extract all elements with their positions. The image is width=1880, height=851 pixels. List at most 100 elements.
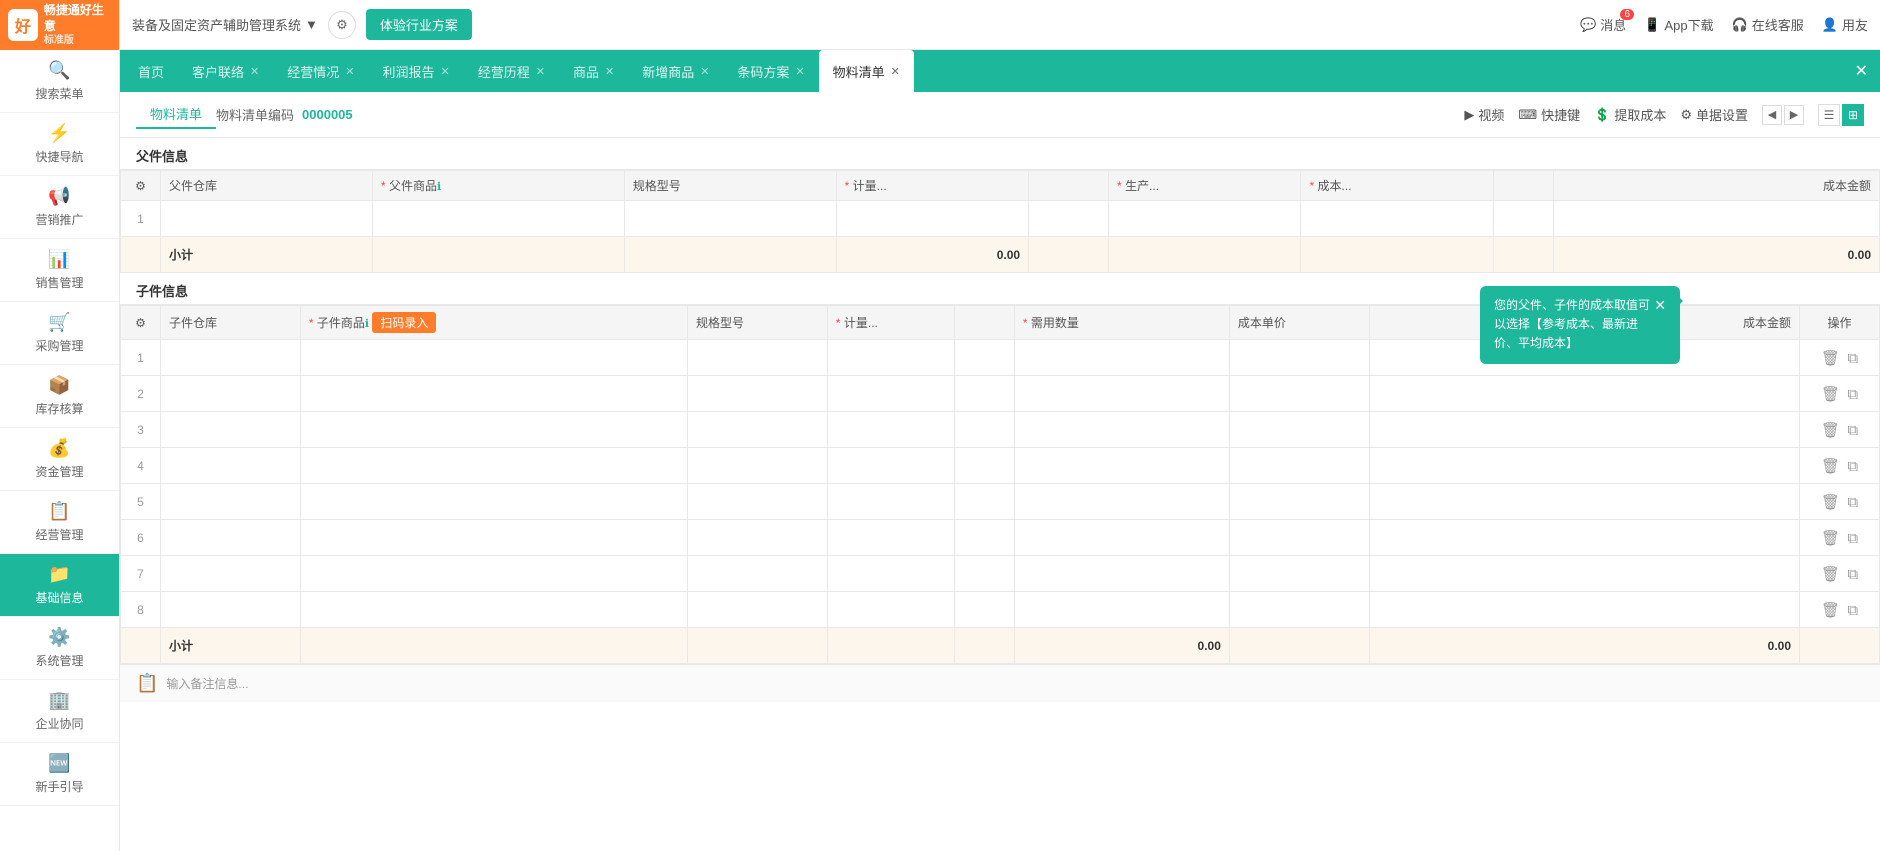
tab-operation-history-close[interactable]: ✕ <box>536 65 545 78</box>
child-row-warehouse[interactable] <box>161 412 301 448</box>
copy-icon[interactable]: ⧉ <box>1847 422 1858 439</box>
child-row-warehouse[interactable] <box>161 484 301 520</box>
online-service-button[interactable]: 🎧 在线客服 <box>1732 15 1804 34</box>
grid-view-button[interactable]: ⊞ <box>1842 104 1864 126</box>
parent-row-production[interactable] <box>1109 201 1301 237</box>
child-row-spec[interactable] <box>688 448 828 484</box>
tab-customer-close[interactable]: ✕ <box>250 65 259 78</box>
child-row-product[interactable] <box>300 556 687 592</box>
user-menu[interactable]: 👤 用友 <box>1822 15 1868 34</box>
child-row-cost-price[interactable] <box>1229 520 1369 556</box>
video-button[interactable]: ▶ 视频 <box>1464 105 1504 124</box>
child-row-spec[interactable] <box>688 340 828 376</box>
delete-icon[interactable]: 🗑 <box>1821 494 1840 511</box>
child-row-unit[interactable] <box>827 340 954 376</box>
close-all-tabs[interactable]: ✕ <box>1847 61 1876 81</box>
child-row-warehouse[interactable] <box>161 556 301 592</box>
sidebar-item-inventory[interactable]: 📦 库存核算 <box>0 365 119 428</box>
parent-row-spec[interactable] <box>624 201 836 237</box>
system-selector[interactable]: 装备及固定资产辅助管理系统 ▼ <box>132 15 318 34</box>
parent-row-unit[interactable] <box>836 201 1028 237</box>
child-row-unit[interactable] <box>827 448 954 484</box>
scan-button[interactable]: 扫码录入 <box>372 312 436 333</box>
child-row-cost-price[interactable] <box>1229 412 1369 448</box>
get-cost-button[interactable]: 💲 提取成本 <box>1594 105 1666 124</box>
child-row-product[interactable] <box>300 520 687 556</box>
child-row-cost-price[interactable] <box>1229 340 1369 376</box>
single-settings-button[interactable]: ⚙ 单据设置 <box>1680 105 1748 124</box>
child-row-unit[interactable] <box>827 520 954 556</box>
parent-row-cost[interactable] <box>1301 201 1493 237</box>
child-row-cost-price[interactable] <box>1229 484 1369 520</box>
tab-bom-close[interactable]: ✕ <box>891 65 900 78</box>
tab-operation-history[interactable]: 经营历程 ✕ <box>464 50 559 92</box>
tab-new-products[interactable]: 新增商品 ✕ <box>628 50 723 92</box>
child-row-unit[interactable] <box>827 412 954 448</box>
app-download-button[interactable]: 📱 App下载 <box>1644 15 1713 34</box>
next-button[interactable]: ▶ <box>1784 105 1804 125</box>
child-row-product[interactable] <box>300 376 687 412</box>
sidebar-item-finance[interactable]: 💰 资金管理 <box>0 428 119 491</box>
copy-icon[interactable]: ⧉ <box>1847 386 1858 403</box>
child-row-spec[interactable] <box>688 556 828 592</box>
tab-products-close[interactable]: ✕ <box>605 65 614 78</box>
tab-barcode[interactable]: 条码方案 ✕ <box>723 50 818 92</box>
parent-row-product[interactable] <box>372 201 624 237</box>
tab-operation-status-close[interactable]: ✕ <box>345 65 354 78</box>
sidebar-item-search[interactable]: 🔍 搜索菜单 <box>0 50 119 113</box>
tab-products[interactable]: 商品 ✕ <box>559 50 628 92</box>
child-row-warehouse[interactable] <box>161 520 301 556</box>
child-row-need-qty[interactable] <box>1014 376 1229 412</box>
child-row-unit[interactable] <box>827 376 954 412</box>
delete-icon[interactable]: 🗑 <box>1821 350 1840 367</box>
child-row-warehouse[interactable] <box>161 448 301 484</box>
child-row-warehouse[interactable] <box>161 376 301 412</box>
prev-button[interactable]: ◀ <box>1762 105 1782 125</box>
tab-home[interactable]: 首页 <box>124 50 178 92</box>
child-row-spec[interactable] <box>688 412 828 448</box>
child-row-cost-price[interactable] <box>1229 556 1369 592</box>
child-row-spec[interactable] <box>688 520 828 556</box>
delete-icon[interactable]: 🗑 <box>1821 530 1840 547</box>
delete-icon[interactable]: 🗑 <box>1821 566 1840 583</box>
trial-button[interactable]: 体验行业方案 <box>366 9 472 40</box>
sidebar-item-purchase[interactable]: 🛒 采购管理 <box>0 302 119 365</box>
child-row-need-qty[interactable] <box>1014 340 1229 376</box>
copy-icon[interactable]: ⧉ <box>1847 350 1858 367</box>
tab-operation-status[interactable]: 经营情况 ✕ <box>273 50 368 92</box>
child-row-cost-price[interactable] <box>1229 376 1369 412</box>
child-row-product[interactable] <box>300 340 687 376</box>
child-row-need-qty[interactable] <box>1014 592 1229 628</box>
delete-icon[interactable]: 🗑 <box>1821 602 1840 619</box>
copy-icon[interactable]: ⧉ <box>1847 566 1858 583</box>
child-row-cost-price[interactable] <box>1229 448 1369 484</box>
child-row-spec[interactable] <box>688 484 828 520</box>
subtab-bom-list[interactable]: 物料清单 <box>136 100 216 129</box>
tab-barcode-close[interactable]: ✕ <box>795 65 804 78</box>
sidebar-item-enterprise[interactable]: 🏢 企业协同 <box>0 680 119 743</box>
sidebar-item-basic-info[interactable]: 📁 基础信息 <box>0 554 119 617</box>
child-row-unit[interactable] <box>827 592 954 628</box>
child-row-product[interactable] <box>300 448 687 484</box>
child-row-need-qty[interactable] <box>1014 448 1229 484</box>
sidebar-item-sales[interactable]: 📊 销售管理 <box>0 239 119 302</box>
sidebar-item-system[interactable]: ⚙️ 系统管理 <box>0 617 119 680</box>
child-row-unit[interactable] <box>827 556 954 592</box>
child-row-unit[interactable] <box>827 484 954 520</box>
tab-profit-report[interactable]: 利润报告 ✕ <box>368 50 463 92</box>
parent-row-warehouse[interactable] <box>161 201 373 237</box>
tab-bom[interactable]: 物料清单 ✕ <box>819 50 914 92</box>
tab-profit-report-close[interactable]: ✕ <box>441 65 450 78</box>
sidebar-item-guide[interactable]: 🆕 新手引导 <box>0 743 119 806</box>
copy-icon[interactable]: ⧉ <box>1847 602 1858 619</box>
child-row-need-qty[interactable] <box>1014 484 1229 520</box>
tab-new-products-close[interactable]: ✕ <box>700 65 709 78</box>
tab-customer[interactable]: 客户联络 ✕ <box>178 50 273 92</box>
list-view-button[interactable]: ☰ <box>1818 104 1840 126</box>
shortcut-button[interactable]: ⌨ 快捷键 <box>1518 105 1580 124</box>
child-row-need-qty[interactable] <box>1014 520 1229 556</box>
child-row-product[interactable] <box>300 484 687 520</box>
message-button[interactable]: 💬 消息 6 <box>1580 15 1626 34</box>
child-row-product[interactable] <box>300 412 687 448</box>
sidebar-item-marketing[interactable]: 📢 营销推广 <box>0 176 119 239</box>
